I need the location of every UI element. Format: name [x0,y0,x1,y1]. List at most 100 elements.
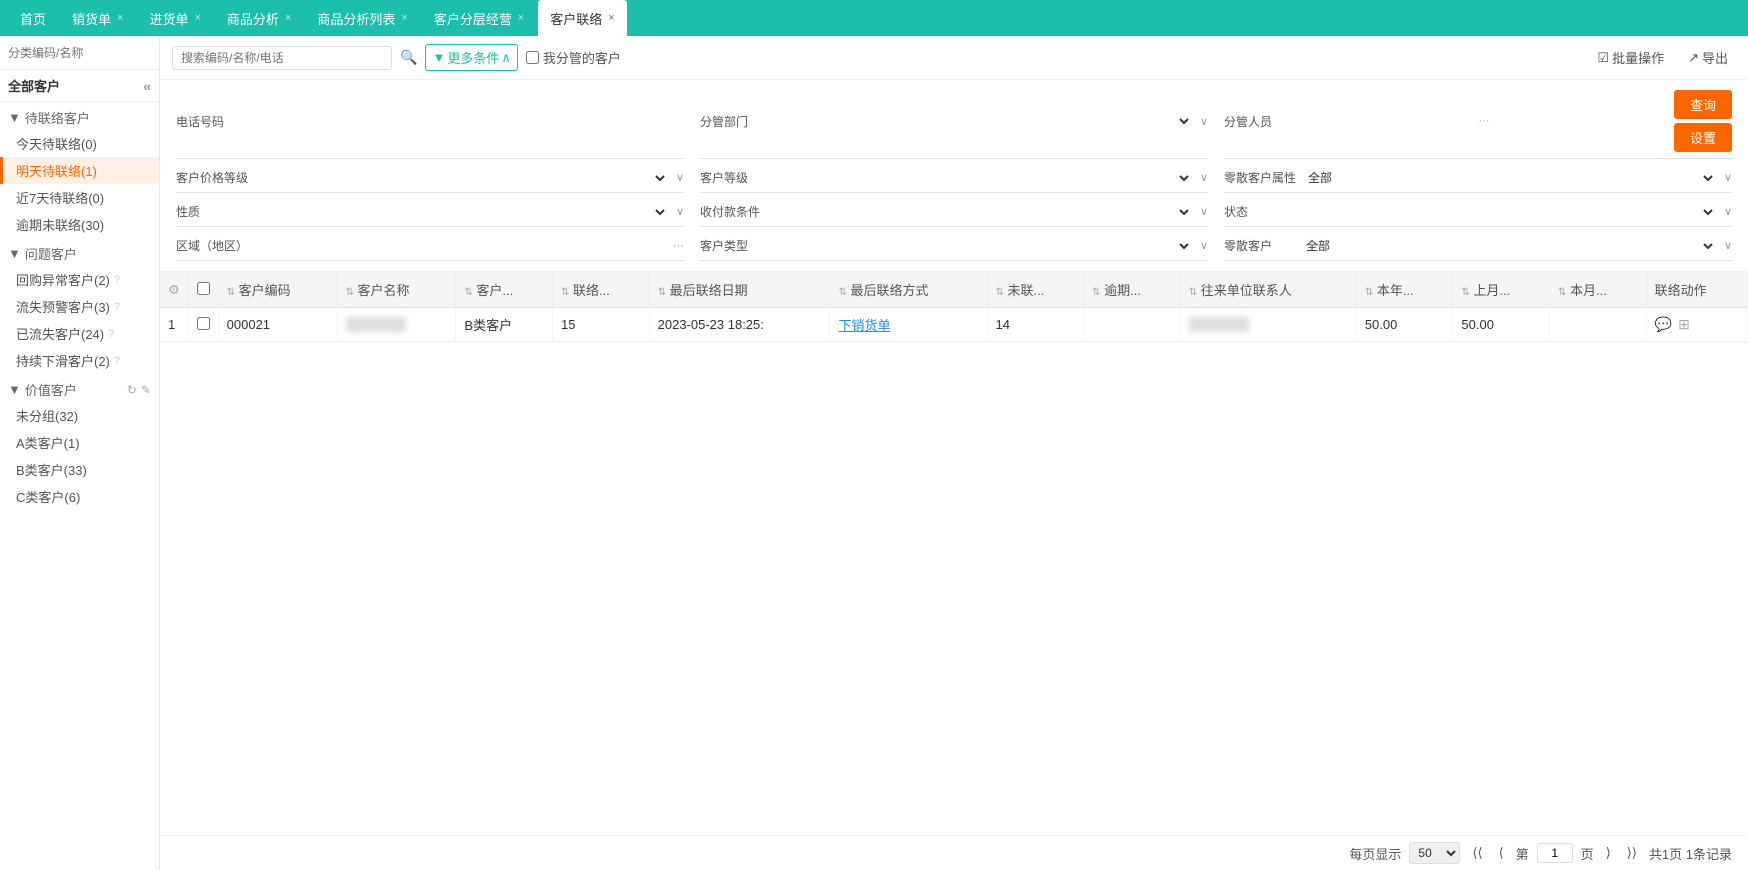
settings-button[interactable]: 设置 [1674,123,1732,152]
filter-phone: 电话号码 [176,90,684,159]
col-last-contact-method: ⇅ 最后联络方式 [830,272,987,308]
page-nav-first[interactable]: ⟨⟨ [1468,843,1486,863]
per-page-select[interactable]: 50 100 200 [1409,842,1460,864]
arrow-icon: ▼ [8,110,21,125]
more-icon[interactable]: ··· [673,240,684,252]
sidebar-item-declining[interactable]: 持续下滑客户(2) ? [0,347,159,374]
col-settings[interactable]: ⚙ [160,272,188,308]
my-customers-check[interactable] [526,51,539,64]
chevron-down-icon: ∨ [1724,239,1732,252]
nav-customer-layered[interactable]: 客户分层经营 × [422,0,536,36]
group-problem-customers[interactable]: ▼ 问题客户 [0,238,159,266]
chevron-down-icon: ∨ [1200,205,1208,218]
retail-attr-select[interactable] [1340,170,1716,186]
arrow-icon: ▼ [8,382,21,397]
sidebar-item-b-class[interactable]: B类客户(33) [0,456,159,483]
close-icon[interactable]: × [285,12,291,24]
filter-manager: 分管人员 ··· 查询 设置 [1224,90,1732,159]
page-nav-next[interactable]: ⟩ [1602,843,1615,863]
arrow-icon: ▼ [8,246,21,261]
my-customers-checkbox[interactable]: 我分管的客户 [526,48,621,67]
filter-dept: 分管部门 ∨ [700,90,1208,159]
query-button[interactable]: 查询 [1674,90,1732,119]
col-not-contacted: ⇅ 未联... [987,272,1084,308]
group-value-customers[interactable]: ▼ 价值客户 ↻ ✎ [0,374,159,402]
export-icon: ↗ [1688,50,1699,66]
sidebar-item-overdue-contact[interactable]: 逾期未联络(30) [0,211,159,238]
nav-home[interactable]: 首页 [8,0,58,36]
row-this-month [1550,308,1647,342]
filter-payment-terms: 收付款条件 ∨ [700,203,1208,227]
retail-customer-select[interactable] [1338,238,1716,254]
page-nav-last[interactable]: ⟩⟩ [1623,843,1641,863]
sidebar-item-tomorrow-pending[interactable]: 明天待联络(1) [0,157,159,184]
row-checkbox[interactable] [197,317,210,330]
col-related-contact: ⇅ 往来单位联系人 [1180,272,1356,308]
sidebar-item-repurchase-abnormal[interactable]: 回购异常客户(2) ? [0,266,159,293]
refresh-icon[interactable]: ↻ [127,383,137,397]
payment-terms-select[interactable] [778,204,1192,220]
close-icon[interactable]: × [401,12,407,24]
export-button[interactable]: ↗ 导出 [1680,45,1736,70]
grid-icon[interactable]: ⊞ [1678,316,1690,333]
help-icon: ? [114,301,120,313]
select-all-checkbox[interactable] [197,282,210,295]
search-input[interactable] [172,46,392,70]
sidebar-item-c-class[interactable]: C类客户(6) [0,483,159,510]
filter-status: 状态 ∨ [1224,203,1732,227]
status-select[interactable] [1302,204,1716,220]
col-checkbox [188,272,218,308]
customer-grade-select[interactable] [778,170,1192,186]
chat-icon[interactable]: 💬 [1655,316,1672,333]
col-customer-name: ⇅ 客户名称 [337,272,456,308]
chevron-up-icon: ∧ [501,50,511,66]
close-icon[interactable]: × [608,12,614,24]
chevron-down-icon: ∨ [1200,115,1208,128]
page-nav-prev[interactable]: ⟨ [1495,843,1508,863]
sidebar-item-churned[interactable]: 已流失客户(24) ? [0,320,159,347]
collapse-icon[interactable]: « [143,78,151,94]
help-icon: ? [114,274,120,286]
table-row: 1 000021 Ea B类客户 15 2023-05-23 18:25: 下销… [160,308,1748,342]
close-icon[interactable]: × [194,12,200,24]
close-icon[interactable]: × [518,12,524,24]
row-checkbox-cell [188,308,218,342]
filter-customer-grade: 客户等级 ∨ [700,169,1208,193]
more-conditions-button[interactable]: ▼ 更多条件 ∧ [425,44,517,71]
search-button[interactable]: 🔍 [400,49,417,66]
contact-method-link[interactable]: 下销货单 [838,318,890,333]
nav-product-analysis[interactable]: 商品分析 × [215,0,303,36]
nav-purchase-order[interactable]: 进货单 × [137,0,212,36]
sidebar-item-ungrouped[interactable]: 未分组(32) [0,402,159,429]
sidebar: 🔍 全部客户 « ▼ 待联络客户 今天待联络(0) 明天待联络(1) 近7天待联… [0,36,160,870]
batch-ops-button[interactable]: ☑ 批量操作 [1589,45,1672,70]
nav-customer-contact[interactable]: 客户联络 × [538,0,626,36]
sidebar-item-7days-pending[interactable]: 近7天待联络(0) [0,184,159,211]
filter-price-grade: 客户价格等级 ∨ [176,169,684,193]
content-area: 🔍 ▼ 更多条件 ∧ 我分管的客户 ☑ 批量操作 ↗ 导出 [160,36,1748,870]
price-grade-select[interactable] [256,170,668,186]
row-customer-type: B类客户 [456,308,553,342]
chevron-down-icon: ∨ [1724,205,1732,218]
row-customer-code: 000021 [218,308,337,342]
dept-select[interactable] [778,113,1192,129]
sidebar-item-today-pending[interactable]: 今天待联络(0) [0,130,159,157]
more-icon[interactable]: ··· [1478,115,1489,127]
nav-sales-order[interactable]: 销货单 × [60,0,135,36]
all-customers-header: 全部客户 « [0,70,159,102]
top-nav: 首页 销货单 × 进货单 × 商品分析 × 商品分析列表 × 客户分层经营 × … [0,0,1748,36]
phone-input[interactable] [254,114,684,128]
sidebar-search-input[interactable] [8,46,160,60]
filter-bar: 🔍 ▼ 更多条件 ∧ 我分管的客户 ☑ 批量操作 ↗ 导出 [160,36,1748,80]
edit-icon[interactable]: ✎ [141,383,151,397]
group-pending-contact[interactable]: ▼ 待联络客户 [0,102,159,130]
sidebar-item-churn-warning[interactable]: 流失预警客户(3) ? [0,293,159,320]
nature-select[interactable] [254,204,668,220]
customer-type-select[interactable] [778,238,1192,254]
row-last-contact-method: 下销货单 [830,308,987,342]
close-icon[interactable]: × [117,12,123,24]
row-this-year: 50.00 [1356,308,1453,342]
page-input[interactable] [1537,843,1573,863]
sidebar-item-a-class[interactable]: A类客户(1) [0,429,159,456]
nav-product-analysis-list[interactable]: 商品分析列表 × [305,0,419,36]
